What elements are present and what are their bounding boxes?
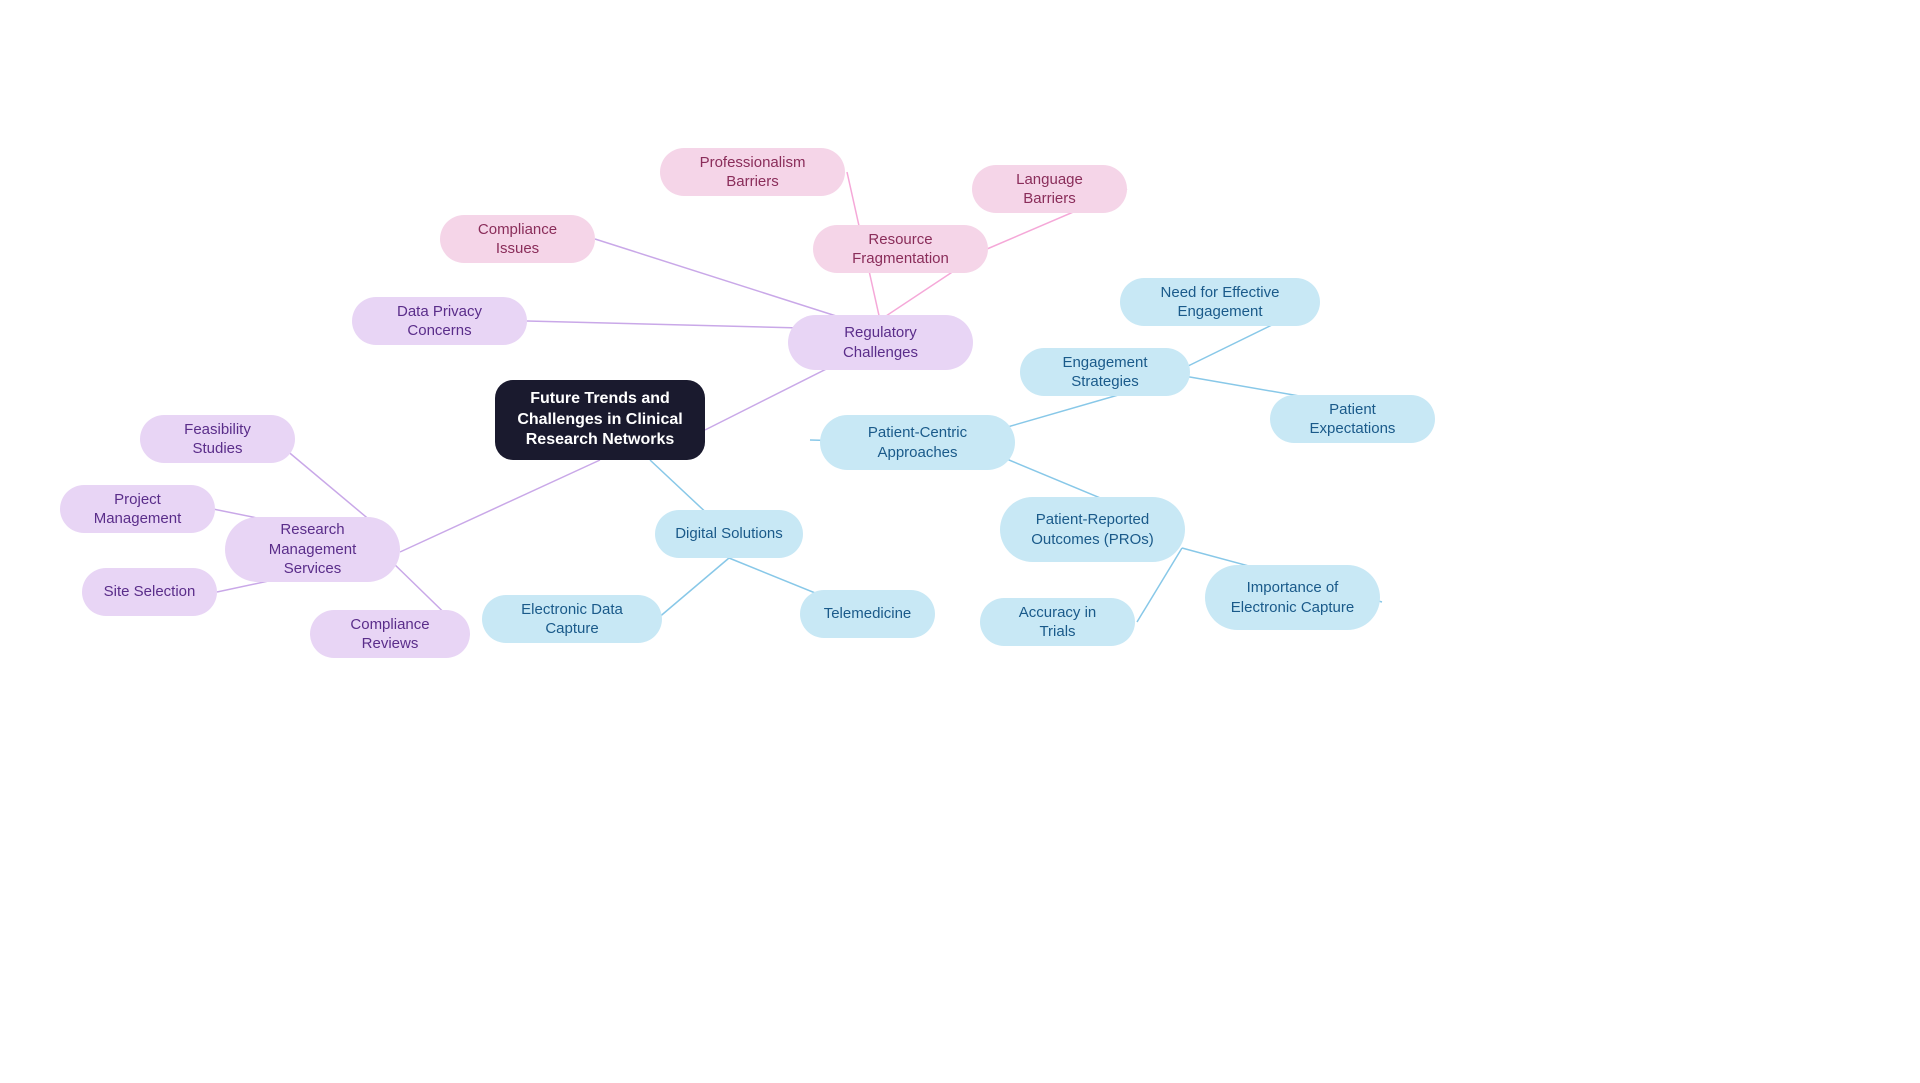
regulatory-challenges-node: Regulatory Challenges xyxy=(788,315,973,370)
importance-electronic-capture-node: Importance of Electronic Capture xyxy=(1205,565,1380,630)
professionalism-barriers-label: Professionalism Barriers xyxy=(680,153,825,192)
site-selection-node: Site Selection xyxy=(82,568,217,616)
center-label: Future Trends and Challenges in Clinical… xyxy=(515,389,685,451)
patient-expectations-node: Patient Expectations xyxy=(1270,395,1435,443)
patient-centric-label: Patient-Centric Approaches xyxy=(840,423,995,462)
regulatory-challenges-label: Regulatory Challenges xyxy=(808,323,953,362)
professionalism-barriers-node: Professionalism Barriers xyxy=(660,148,845,196)
digital-solutions-node: Digital Solutions xyxy=(655,510,803,558)
feasibility-studies-label: Feasibility Studies xyxy=(160,420,275,459)
center-node: Future Trends and Challenges in Clinical… xyxy=(495,380,705,460)
engagement-strategies-node: Engagement Strategies xyxy=(1020,348,1190,396)
site-selection-label: Site Selection xyxy=(104,582,196,602)
project-management-label: Project Management xyxy=(80,490,195,529)
need-engagement-label: Need for Effective Engagement xyxy=(1140,283,1300,322)
language-barriers-label: Language Barriers xyxy=(992,170,1107,209)
patient-reported-outcomes-node: Patient-Reported Outcomes (PROs) xyxy=(1000,497,1185,562)
need-engagement-node: Need for Effective Engagement xyxy=(1120,278,1320,326)
electronic-data-capture-label: Electronic Data Capture xyxy=(502,600,642,639)
patient-expectations-label: Patient Expectations xyxy=(1290,400,1415,439)
compliance-reviews-label: Compliance Reviews xyxy=(330,615,450,654)
resource-fragmentation-label: Resource Fragmentation xyxy=(833,230,968,269)
research-management-label: Research Management Services xyxy=(245,520,380,579)
patient-reported-outcomes-label: Patient-Reported Outcomes (PROs) xyxy=(1020,510,1165,549)
accuracy-trials-node: Accuracy in Trials xyxy=(980,598,1135,646)
telemedicine-node: Telemedicine xyxy=(800,590,935,638)
patient-centric-node: Patient-Centric Approaches xyxy=(820,415,1015,470)
compliance-reviews-node: Compliance Reviews xyxy=(310,610,470,658)
data-privacy-label: Data Privacy Concerns xyxy=(372,302,507,341)
compliance-issues-label: Compliance Issues xyxy=(460,220,575,259)
accuracy-trials-label: Accuracy in Trials xyxy=(1000,603,1115,642)
project-management-node: Project Management xyxy=(60,485,215,533)
telemedicine-label: Telemedicine xyxy=(824,604,912,624)
engagement-strategies-label: Engagement Strategies xyxy=(1040,353,1170,392)
importance-electronic-capture-label: Importance of Electronic Capture xyxy=(1225,578,1360,617)
digital-solutions-label: Digital Solutions xyxy=(675,524,783,544)
data-privacy-node: Data Privacy Concerns xyxy=(352,297,527,345)
language-barriers-node: Language Barriers xyxy=(972,165,1127,213)
feasibility-studies-node: Feasibility Studies xyxy=(140,415,295,463)
research-management-node: Research Management Services xyxy=(225,517,400,582)
electronic-data-capture-node: Electronic Data Capture xyxy=(482,595,662,643)
resource-fragmentation-node: Resource Fragmentation xyxy=(813,225,988,273)
compliance-issues-node: Compliance Issues xyxy=(440,215,595,263)
